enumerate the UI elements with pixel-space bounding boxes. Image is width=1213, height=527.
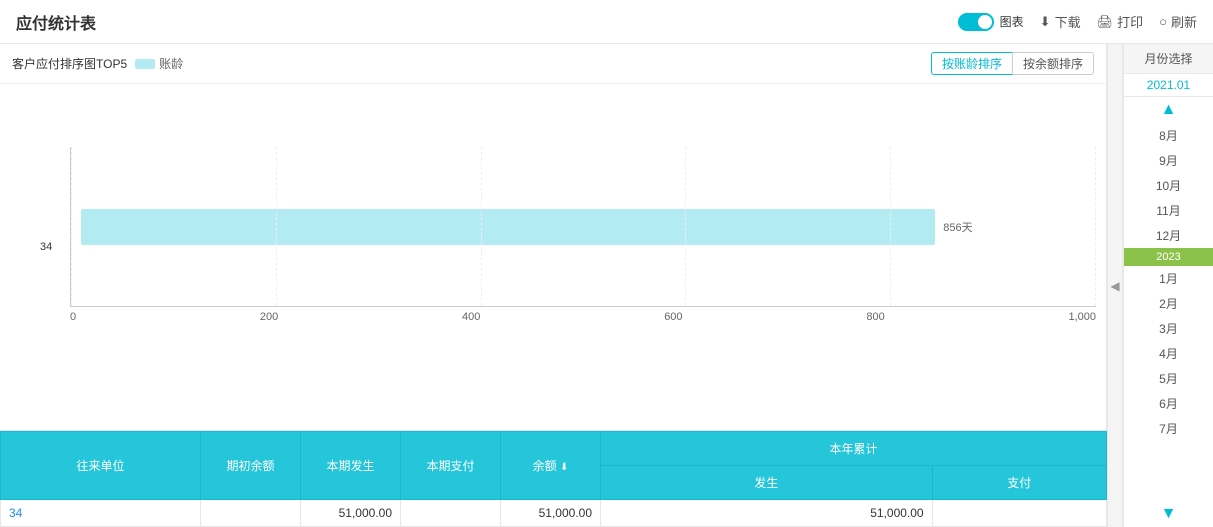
sidebar-month-item[interactable]: 4月 bbox=[1124, 341, 1213, 366]
sidebar-year-input[interactable] bbox=[1124, 74, 1213, 97]
chart-toolbar: 客户应付排序图TOP5 账龄 按账龄排序 按余额排序 bbox=[0, 44, 1106, 84]
sidebar-month-item[interactable]: 7月 bbox=[1124, 416, 1213, 441]
sidebar-month-item[interactable]: 9月 bbox=[1124, 148, 1213, 173]
sidebar-month-item[interactable]: 11月 bbox=[1124, 198, 1213, 223]
sidebar-month-list: 8月 9月 10月 11月 12月 2023 1月 2月 3月 4月 5月 6月… bbox=[1124, 123, 1213, 501]
month-selector-sidebar: 月份选择 ▲ 8月 9月 10月 11月 12月 2023 1月 2月 3月 4… bbox=[1123, 44, 1213, 527]
td-period-occur: 51,000.00 bbox=[301, 500, 401, 527]
sidebar-month-item[interactable]: 3月 bbox=[1124, 316, 1213, 341]
sidebar-month-item[interactable]: 5月 bbox=[1124, 366, 1213, 391]
x-label-800: 800 bbox=[866, 311, 884, 323]
print-button[interactable]: 🖨 打印 bbox=[1097, 12, 1144, 31]
chart-toggle-label: 图表 bbox=[1000, 13, 1024, 30]
chart-toggle-wrap[interactable]: 图表 bbox=[958, 13, 1024, 31]
data-table-section: 往来单位 期初余额 本期发生 本期支付 余额 ⬇ 本年累计 发生 bbox=[0, 430, 1107, 527]
td-annual-occur: 51,000.00 bbox=[601, 500, 933, 527]
sidebar-month-item[interactable]: 10月 bbox=[1124, 173, 1213, 198]
legend-title: 客户应付排序图TOP5 bbox=[12, 55, 127, 72]
sidebar-year-badge[interactable]: 2023 bbox=[1124, 248, 1213, 266]
refresh-icon: ○ bbox=[1159, 14, 1167, 29]
sort-by-balance-button[interactable]: 按余额排序 bbox=[1012, 52, 1094, 75]
download-button[interactable]: ⬇ 下载 bbox=[1040, 12, 1081, 31]
page-title: 应付统计表 bbox=[16, 10, 96, 34]
sidebar-down-button[interactable]: ▼ bbox=[1124, 501, 1213, 527]
td-unit: 34 bbox=[1, 500, 201, 527]
up-arrow-icon: ▲ bbox=[1161, 101, 1177, 118]
chart-sort-buttons: 按账龄排序 按余额排序 bbox=[931, 52, 1094, 75]
bar-end-label: 856天 bbox=[943, 219, 972, 235]
th-balance: 余额 ⬇ bbox=[501, 432, 601, 500]
balance-icon: ⬇ bbox=[560, 462, 568, 473]
sidebar-month-item[interactable]: 8月 bbox=[1124, 123, 1213, 148]
chart-toggle[interactable] bbox=[958, 13, 994, 31]
sidebar-header-label: 月份选择 bbox=[1124, 44, 1213, 74]
th-period-occur: 本期发生 bbox=[301, 432, 401, 500]
x-label-0: 0 bbox=[70, 311, 76, 323]
th-unit: 往来单位 bbox=[1, 432, 201, 500]
collapse-icon: ◀ bbox=[1110, 279, 1119, 293]
sidebar-month-item[interactable]: 12月 bbox=[1124, 223, 1213, 248]
td-annual-pay bbox=[932, 500, 1106, 527]
x-axis-labels: 0 200 400 600 800 1,000 bbox=[70, 311, 1096, 323]
download-icon: ⬇ bbox=[1040, 14, 1051, 30]
sidebar-month-item[interactable]: 1月 bbox=[1124, 266, 1213, 291]
legend-item-age: 账龄 bbox=[135, 55, 183, 72]
legend-label-age: 账龄 bbox=[159, 55, 183, 72]
sidebar-month-item[interactable]: 2月 bbox=[1124, 291, 1213, 316]
sidebar-collapse-button[interactable]: ◀ bbox=[1107, 44, 1123, 527]
x-label-1000: 1,000 bbox=[1068, 311, 1096, 323]
th-opening-balance: 期初余额 bbox=[201, 432, 301, 500]
bar-row: 856天 bbox=[81, 209, 1086, 245]
th-annual-pay: 支付 bbox=[932, 466, 1106, 500]
refresh-label: 刷新 bbox=[1171, 12, 1197, 31]
legend-color-age bbox=[135, 59, 155, 69]
download-label: 下载 bbox=[1055, 12, 1081, 31]
x-label-400: 400 bbox=[462, 311, 480, 323]
print-label: 打印 bbox=[1117, 12, 1143, 31]
x-label-600: 600 bbox=[664, 311, 682, 323]
down-arrow-icon: ▼ bbox=[1161, 505, 1177, 522]
chart-legend: 客户应付排序图TOP5 账龄 bbox=[12, 55, 183, 72]
th-annual-occur: 发生 bbox=[601, 466, 933, 500]
bar-y-label: 34 bbox=[40, 241, 52, 253]
x-label-200: 200 bbox=[260, 311, 278, 323]
td-period-pay bbox=[401, 500, 501, 527]
th-period-pay: 本期支付 bbox=[401, 432, 501, 500]
td-balance: 51,000.00 bbox=[501, 500, 601, 527]
sidebar-month-item[interactable]: 6月 bbox=[1124, 391, 1213, 416]
th-annual-group: 本年累计 bbox=[601, 432, 1107, 466]
refresh-button[interactable]: ○ 刷新 bbox=[1159, 12, 1197, 31]
summary-table: 往来单位 期初余额 本期发生 本期支付 余额 ⬇ 本年累计 发生 bbox=[0, 431, 1107, 527]
td-opening bbox=[201, 500, 301, 527]
bar-chart-bar bbox=[81, 209, 935, 245]
sort-by-amount-button[interactable]: 按账龄排序 bbox=[931, 52, 1012, 75]
unit-link[interactable]: 34 bbox=[9, 506, 22, 520]
table-row: 34 51,000.00 51,000.00 51,000.00 bbox=[1, 500, 1107, 527]
header-actions: 图表 ⬇ 下载 🖨 打印 ○ 刷新 bbox=[958, 12, 1197, 31]
print-icon: 🖨 bbox=[1097, 14, 1114, 30]
chart-container: 34 bbox=[0, 84, 1106, 430]
sidebar-up-button[interactable]: ▲ bbox=[1124, 97, 1213, 123]
